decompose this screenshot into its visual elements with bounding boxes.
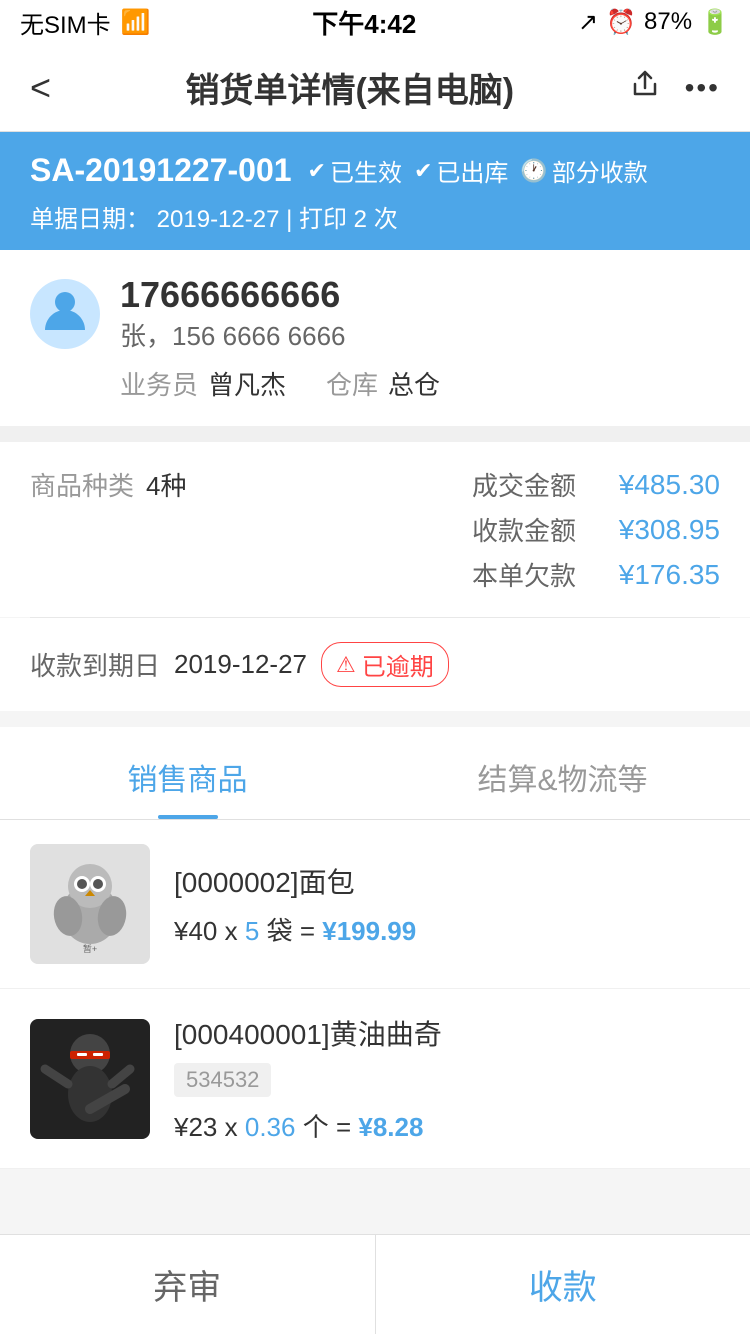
alarm-icon: ⏰ [606, 8, 636, 37]
status-badge-partial: 🕐 部分收款 [520, 153, 647, 188]
status-badges: ✔ 已生效 ✔ 已出库 🕐 部分收款 [308, 153, 648, 188]
tabs-section: 销售商品 结算&物流等 [0, 727, 750, 820]
tab-settlement[interactable]: 结算&物流等 [375, 727, 750, 819]
amount-value-3: ¥176.35 [600, 559, 720, 591]
share-icon[interactable] [629, 68, 661, 108]
nav-actions: ••• [629, 68, 720, 108]
product-image-2 [30, 1019, 150, 1139]
status-left: 无SIM卡 📶 [20, 5, 151, 40]
type-label: 商品种类 [30, 466, 134, 503]
price-total-1: ¥199.99 [322, 916, 416, 946]
cancel-button[interactable]: 弃审 [0, 1235, 376, 1334]
product-info-1: [0000002]面包 ¥40 x 5 袋 = ¥199.99 [174, 861, 720, 948]
amount-row-3: 本单欠款 ¥176.35 [472, 556, 720, 593]
price-total-2: ¥8.28 [358, 1112, 423, 1142]
check-icon-1: ✔ [308, 158, 326, 184]
divider-1 [0, 426, 750, 442]
location-icon: ↗ [578, 8, 598, 37]
due-date-value: 2019-12-27 [174, 649, 307, 680]
summary-right: 成交金额 ¥485.30 收款金额 ¥308.95 本单欠款 ¥176.35 [472, 466, 720, 593]
overdue-badge: ⚠ 已逾期 [321, 642, 449, 687]
status-right: ↗ ⏰ 87% 🔋 [578, 8, 730, 37]
customer-details: 业务员 曾凡杰 仓库 总仓 [120, 365, 720, 402]
product-sku-2: 534532 [174, 1063, 271, 1097]
status-label-2: 已出库 [436, 153, 508, 188]
customer-name: 张，156 6666 6666 [120, 316, 346, 353]
product-price-1: ¥40 x 5 袋 = ¥199.99 [174, 911, 720, 948]
price-x-2: x [225, 1112, 245, 1142]
sales-label: 业务员 [120, 365, 198, 402]
product-item-1: 暂+ [0000002]面包 ¥40 x 5 袋 = ¥199.99 [0, 820, 750, 989]
banner-date: 单据日期： 2019-12-27 | 打印 2 次 [30, 199, 720, 234]
page-title: 销货单详情(来自电脑) [71, 63, 629, 112]
price-base-1: ¥40 [174, 916, 217, 946]
product-name-1: [0000002]面包 [174, 861, 720, 901]
banner-top: SA-20191227-001 ✔ 已生效 ✔ 已出库 🕐 部分收款 [30, 152, 720, 189]
sales-value: 曾凡杰 [208, 365, 286, 402]
wifi-icon: 📶 [121, 8, 151, 37]
product-name-2: [000400001]黄油曲奇 [174, 1013, 720, 1053]
date-value: 2019-12-27 [157, 206, 280, 233]
battery-icon: 🔋 [700, 8, 730, 37]
due-label: 收款到期日 [30, 646, 160, 683]
date-label: 单据日期： [30, 206, 150, 233]
confirm-button[interactable]: 收款 [376, 1235, 750, 1334]
product-price-2: ¥23 x 0.36 个 = ¥8.28 [174, 1107, 720, 1144]
overdue-icon: ⚠ [336, 652, 356, 678]
products-section: 暂+ [0000002]面包 ¥40 x 5 袋 = ¥199.99 [0, 820, 750, 1169]
battery-text: 87% [644, 8, 692, 36]
nav-bar: < 销货单详情(来自电脑) ••• [0, 44, 750, 132]
product-item-2: [000400001]黄油曲奇 534532 ¥23 x 0.36 个 = ¥8… [0, 989, 750, 1169]
amount-value-1: ¥485.30 [600, 469, 720, 501]
print-info: | 打印 2 次 [286, 206, 398, 233]
status-label-1: 已生效 [330, 153, 402, 188]
user-icon [40, 284, 90, 344]
more-icon[interactable]: ••• [685, 72, 720, 104]
status-badge-effective: ✔ 已生效 [308, 153, 402, 188]
tab-products[interactable]: 销售商品 [0, 727, 375, 819]
price-qty-1: 5 [245, 916, 259, 946]
order-id: SA-20191227-001 [30, 152, 292, 189]
amount-label-2: 收款金额 [472, 511, 576, 548]
customer-info: 17666666666 张，156 6666 6666 [120, 274, 346, 353]
warehouse-detail: 仓库 总仓 [326, 365, 440, 402]
back-button[interactable]: < [30, 67, 51, 109]
clock-icon: 🕐 [520, 158, 547, 184]
customer-top: 17666666666 张，156 6666 6666 [30, 274, 720, 353]
sales-detail: 业务员 曾凡杰 [120, 365, 286, 402]
price-base-2: ¥23 [174, 1112, 217, 1142]
status-label-3: 部分收款 [552, 153, 648, 188]
carrier-text: 无SIM卡 [20, 5, 111, 40]
amount-value-2: ¥308.95 [600, 514, 720, 546]
type-value: 4种 [146, 466, 186, 503]
amount-label-1: 成交金额 [472, 466, 576, 503]
amount-row-1: 成交金额 ¥485.30 [472, 466, 720, 503]
bottom-actions: 弃审 收款 [0, 1234, 750, 1334]
due-section: 收款到期日 2019-12-27 ⚠ 已逾期 [0, 618, 750, 711]
svg-text:暂+: 暂+ [83, 943, 97, 954]
summary-left: 商品种类 4种 [30, 466, 186, 503]
price-eq-1: = [300, 916, 322, 946]
customer-section: 17666666666 张，156 6666 6666 业务员 曾凡杰 仓库 总… [0, 250, 750, 426]
overdue-text: 已逾期 [362, 647, 434, 682]
product-info-2: [000400001]黄油曲奇 534532 ¥23 x 0.36 个 = ¥8… [174, 1013, 720, 1144]
price-x-1: x [225, 916, 245, 946]
check-icon-2: ✔ [414, 158, 432, 184]
status-time: 下午4:42 [312, 4, 416, 41]
price-unit-1: 袋 [267, 916, 293, 946]
summary-section: 商品种类 4种 成交金额 ¥485.30 收款金额 ¥308.95 本单欠款 ¥… [0, 442, 750, 617]
warehouse-label: 仓库 [326, 365, 378, 402]
status-bar: 无SIM卡 📶 下午4:42 ↗ ⏰ 87% 🔋 [0, 0, 750, 44]
customer-id: 17666666666 [120, 274, 346, 316]
amount-label-3: 本单欠款 [472, 556, 576, 593]
price-eq-2: = [336, 1112, 358, 1142]
price-qty-2: 0.36 [245, 1112, 296, 1142]
product-image-1: 暂+ [30, 844, 150, 964]
warehouse-value: 总仓 [388, 365, 440, 402]
status-badge-shipped: ✔ 已出库 [414, 153, 508, 188]
amount-row-2: 收款金额 ¥308.95 [472, 511, 720, 548]
price-unit-2: 个 [303, 1112, 329, 1142]
header-banner: SA-20191227-001 ✔ 已生效 ✔ 已出库 🕐 部分收款 单据日期：… [0, 132, 750, 250]
avatar [30, 279, 100, 349]
